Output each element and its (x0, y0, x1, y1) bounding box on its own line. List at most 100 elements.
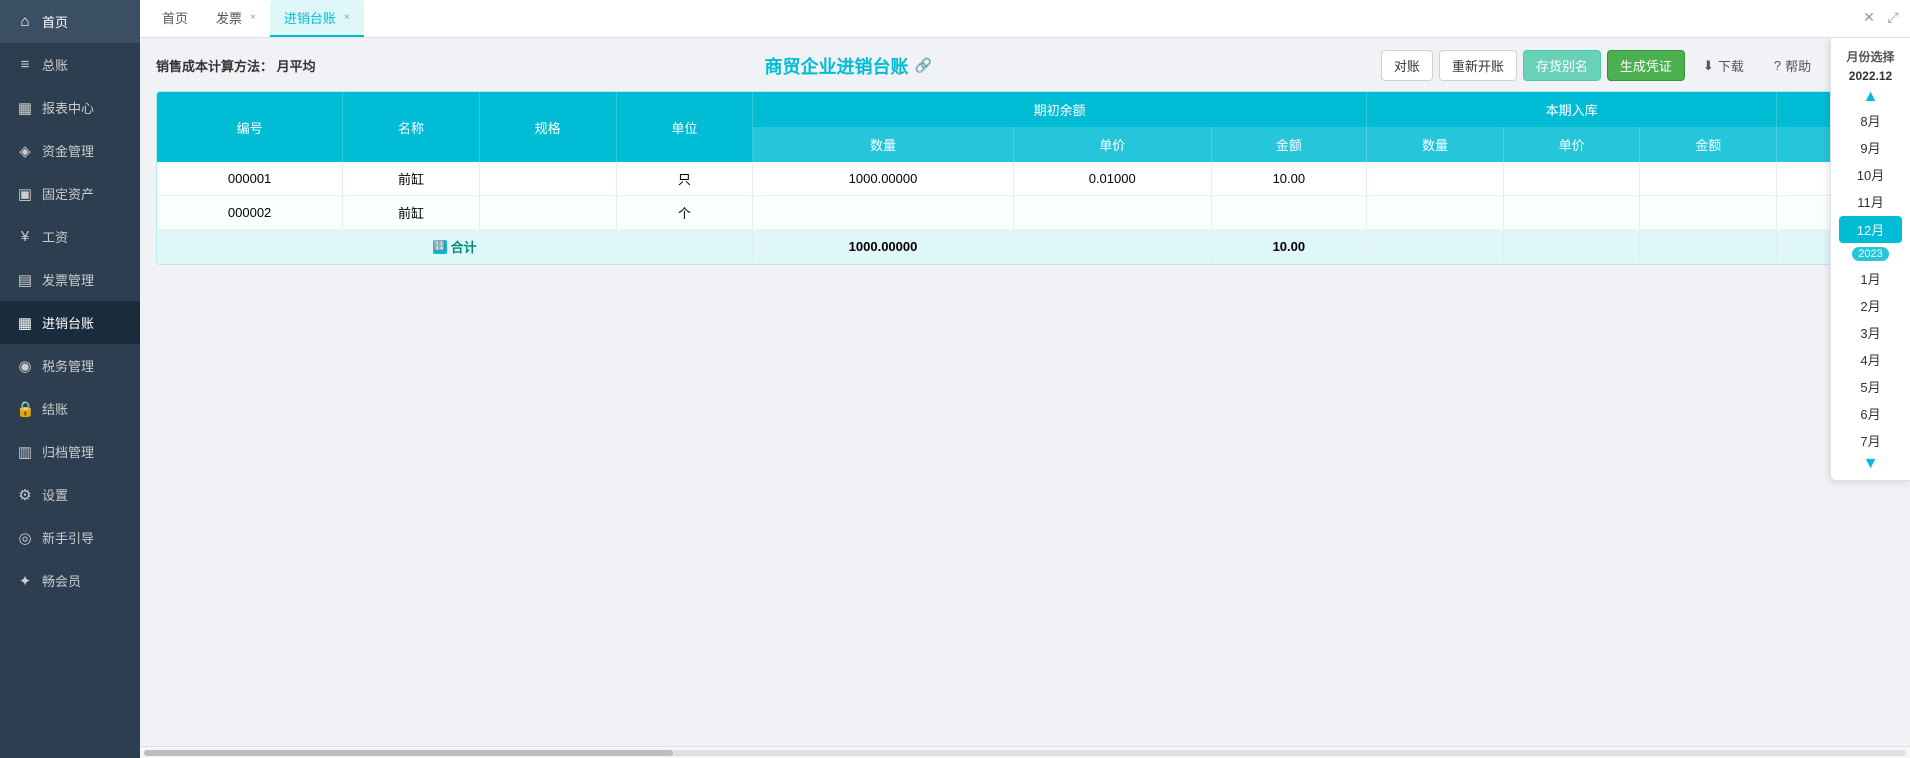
month-panel-title: 月份选择 (1831, 44, 1910, 67)
cell-open-amount-2 (1211, 196, 1367, 230)
sidebar-item-salary[interactable]: ¥ 工资 (0, 215, 140, 258)
cell-in-qty-1 (1367, 162, 1504, 196)
help-icon: ? (1774, 58, 1781, 73)
cell-open-amount-1: 10.00 (1211, 162, 1367, 196)
cell-in-amount-2 (1640, 196, 1777, 230)
maximize-button[interactable]: ⤢ (1884, 8, 1902, 26)
month-item-7[interactable]: 7月 (1831, 427, 1910, 454)
month-item-11[interactable]: 11月 (1831, 188, 1910, 215)
month-item-2[interactable]: 2月 (1831, 292, 1910, 319)
month-item-8[interactable]: 8月 (1831, 107, 1910, 134)
ledger-icon: ≡ (16, 56, 34, 73)
salary-icon: ¥ (16, 228, 34, 245)
info-icon[interactable]: 🔗 (915, 57, 932, 74)
month-panel-year: 2022.12 (1831, 67, 1910, 87)
closing-icon: 🔒 (16, 400, 34, 418)
assets-icon: ▣ (16, 185, 34, 203)
sidebar-item-report-center[interactable]: ▦ 报表中心 (0, 86, 140, 129)
sub-in-amount: 金额 (1640, 127, 1777, 162)
sidebar-item-general-ledger[interactable]: ≡ 总账 (0, 43, 140, 86)
sidebar-item-closing[interactable]: 🔒 结账 (0, 387, 140, 430)
cell-spec-2 (479, 196, 616, 230)
month-item-4[interactable]: 4月 (1831, 346, 1910, 373)
total-label-cell: 🔢 合计 (157, 230, 753, 264)
table-row[interactable]: 000001 前缸 只 1000.00000 0.01000 10.00 (157, 162, 1893, 196)
cell-code-1: 000001 (157, 162, 343, 196)
cell-open-price-2 (1013, 196, 1211, 230)
sidebar-item-vip[interactable]: ✦ 畅会员 (0, 559, 140, 602)
total-open-price (1013, 230, 1211, 264)
purchase-sales-icon: ▦ (16, 314, 34, 332)
total-icon: 🔢 (433, 240, 447, 254)
month-item-6[interactable]: 6月 (1831, 400, 1910, 427)
tab-bar: 首页 发票 × 进销台账 × ✕ ⤢ (140, 0, 1910, 38)
cell-name-2: 前缸 (343, 196, 480, 230)
help-button[interactable]: ? 帮助 (1762, 51, 1823, 80)
month-nav-up: ▲ (1831, 89, 1910, 105)
cell-in-price-2 (1503, 196, 1640, 230)
vip-icon: ✦ (16, 572, 34, 590)
tab-home[interactable]: 首页 (148, 0, 202, 37)
sidebar-item-guide[interactable]: ◎ 新手引导 (0, 516, 140, 559)
page-body: 销售成本计算方法： 月平均 商贸企业进销台账 🔗 对账 重新开账 存货别名 生成… (140, 38, 1910, 746)
month-item-9[interactable]: 9月 (1831, 134, 1910, 161)
tab-purchase-sales[interactable]: 进销台账 × (270, 0, 364, 37)
sidebar-item-purchase-sales[interactable]: ▦ 进销台账 (0, 301, 140, 344)
cell-unit-1: 只 (616, 162, 753, 196)
scrollbar-track[interactable] (144, 750, 1906, 756)
month-nav-down: ▼ (1831, 456, 1910, 472)
fund-icon: ◈ (16, 142, 34, 160)
sidebar-item-home[interactable]: ⌂ 首页 (0, 0, 140, 43)
invoice-icon: ▤ (16, 271, 34, 289)
cell-open-price-1: 0.01000 (1013, 162, 1211, 196)
total-row: 🔢 合计 1000.00000 10.00 (157, 230, 1893, 264)
sidebar-item-settings[interactable]: ⚙ 设置 (0, 473, 140, 516)
month-item-3[interactable]: 3月 (1831, 319, 1910, 346)
month-item-12[interactable]: 12月 (1839, 216, 1902, 243)
sub-open-amount: 金额 (1211, 127, 1367, 162)
col-unit: 单位 (616, 92, 753, 162)
month-item-1[interactable]: 1月 (1831, 265, 1910, 292)
tab-invoice-close[interactable]: × (250, 12, 256, 23)
month-item-10[interactable]: 10月 (1831, 161, 1910, 188)
col-current-in: 本期入库 (1367, 92, 1777, 127)
total-open-qty: 1000.00000 (753, 230, 1014, 264)
sub-in-price: 单价 (1503, 127, 1640, 162)
col-code: 编号 (157, 92, 343, 162)
cost-method-label: 销售成本计算方法： 月平均 (156, 56, 316, 75)
month-item-5[interactable]: 5月 (1831, 373, 1910, 400)
total-in-amount (1640, 230, 1777, 264)
cell-spec-1 (479, 162, 616, 196)
scrollbar-area (140, 746, 1910, 758)
tab-purchase-sales-close[interactable]: × (344, 12, 350, 23)
archive-icon: ▥ (16, 443, 34, 461)
save-alias-button[interactable]: 存货别名 (1523, 50, 1601, 81)
sidebar: ⌂ 首页 ≡ 总账 ▦ 报表中心 ◈ 资金管理 ▣ 固定资产 ¥ 工资 ▤ 发票… (0, 0, 140, 758)
window-controls: ✕ ⤢ (1860, 8, 1902, 26)
scrollbar-thumb[interactable] (144, 750, 673, 756)
total-open-amount: 10.00 (1211, 230, 1367, 264)
download-button[interactable]: ⬇ 下载 (1691, 51, 1756, 80)
sub-open-qty: 数量 (753, 127, 1014, 162)
download-icon: ⬇ (1703, 58, 1714, 74)
sidebar-item-invoice-management[interactable]: ▤ 发票管理 (0, 258, 140, 301)
close-button[interactable]: ✕ (1860, 8, 1878, 26)
year-2023-badge: 2023 (1852, 247, 1888, 261)
generate-voucher-button[interactable]: 生成凭证 (1607, 50, 1685, 81)
action-buttons: 对账 重新开账 存货别名 生成凭证 ⬇ 下载 ? 帮助 ↻ 刷新 (1381, 50, 1894, 81)
sidebar-item-archive[interactable]: ▥ 归档管理 (0, 430, 140, 473)
reopen-button[interactable]: 重新开账 (1439, 50, 1517, 81)
cell-name-1: 前缸 (343, 162, 480, 196)
month-nav-up-button[interactable]: ▲ (1863, 89, 1879, 105)
report-icon: ▦ (16, 99, 34, 117)
sidebar-item-fund-management[interactable]: ◈ 资金管理 (0, 129, 140, 172)
cell-open-qty-1: 1000.00000 (753, 162, 1014, 196)
table-row[interactable]: 000002 前缸 个 (157, 196, 1893, 230)
sub-in-qty: 数量 (1367, 127, 1504, 162)
sidebar-item-fixed-assets[interactable]: ▣ 固定资产 (0, 172, 140, 215)
reconcile-button[interactable]: 对账 (1381, 50, 1433, 81)
inventory-table: 编号 名称 规格 单位 期初余额 本期入库 数量 单价 金额 数量 单价 (156, 91, 1894, 265)
month-nav-down-button[interactable]: ▼ (1863, 456, 1879, 472)
tab-invoice[interactable]: 发票 × (202, 0, 270, 37)
sidebar-item-tax-management[interactable]: ◉ 税务管理 (0, 344, 140, 387)
